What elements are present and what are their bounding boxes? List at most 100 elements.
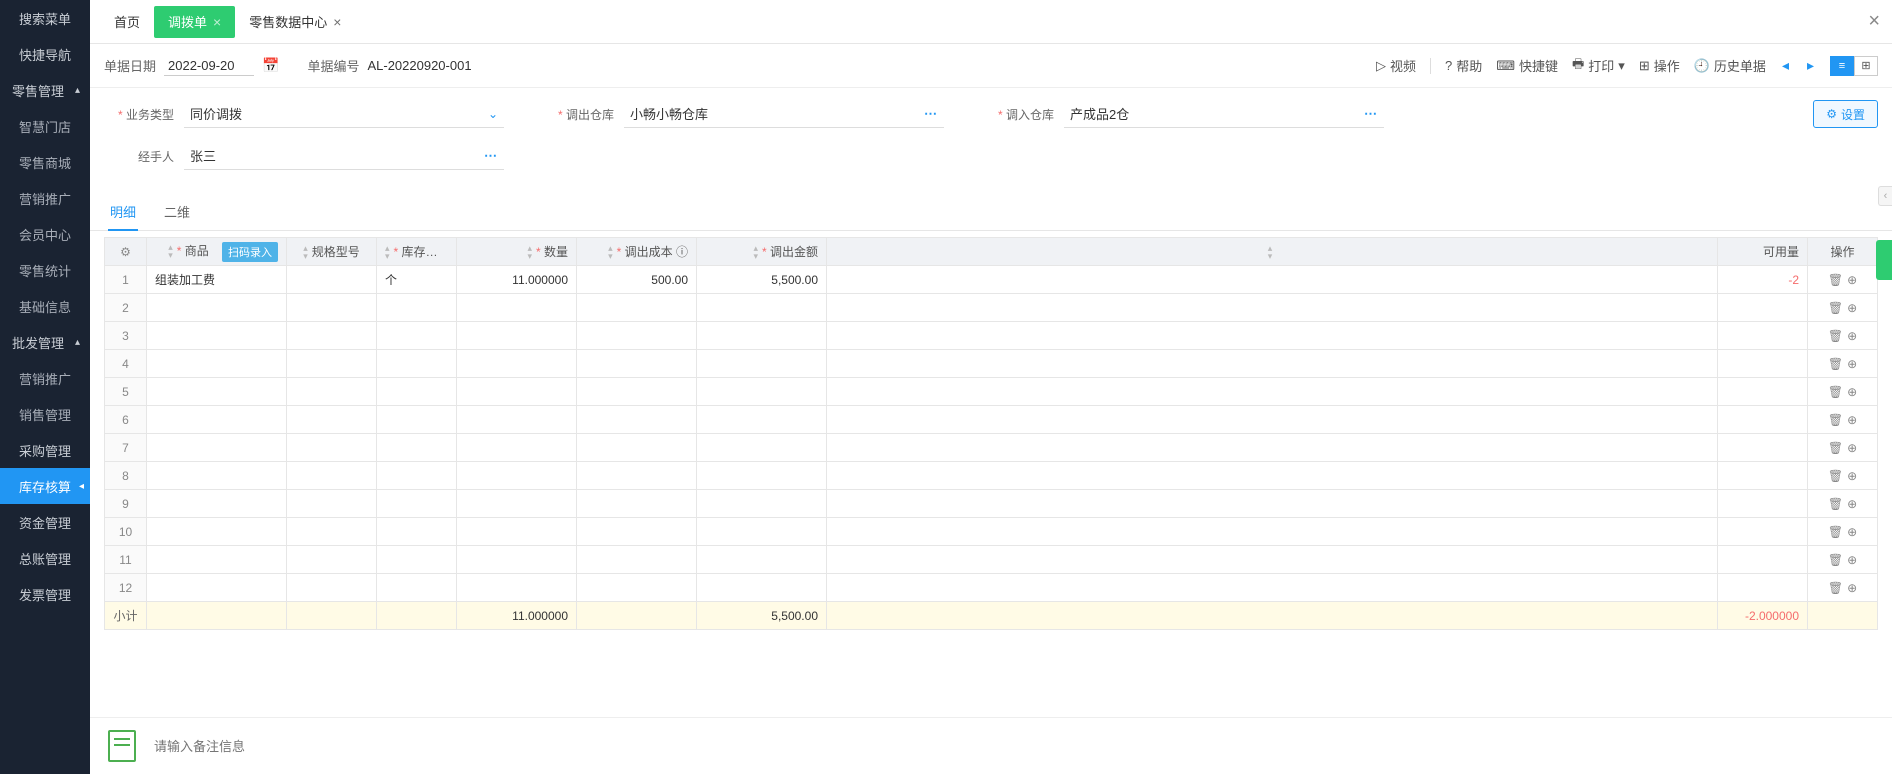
calendar-icon[interactable]: 📅 [262, 57, 279, 74]
cell-product[interactable] [147, 462, 287, 490]
tab-transfer[interactable]: 调拨单× [154, 6, 235, 38]
sidebar-item-retail[interactable]: 零售管理 [0, 72, 90, 108]
scan-button[interactable]: 扫码录入 [222, 242, 278, 262]
col-cost[interactable]: ▴▾调出成本 ⓘ [577, 238, 697, 266]
delete-icon[interactable]: 🗑 [1828, 413, 1843, 427]
delete-icon[interactable]: 🗑 [1828, 329, 1843, 343]
col-spec[interactable]: ▴▾规格型号 [287, 238, 377, 266]
delete-icon[interactable]: 🗑 [1828, 553, 1843, 567]
sidebar-item-marketing2[interactable]: 营销推广 [0, 360, 90, 396]
cell-blank[interactable] [827, 350, 1718, 378]
table-row[interactable]: 4🗑⊕ [105, 350, 1878, 378]
cell-spec[interactable] [287, 322, 377, 350]
cell-product[interactable] [147, 406, 287, 434]
cell-spec[interactable] [287, 518, 377, 546]
next-doc-button[interactable]: ▸ [1805, 57, 1816, 74]
cell-product[interactable] [147, 546, 287, 574]
cell-qty[interactable] [457, 518, 577, 546]
sidebar-item-fund[interactable]: 资金管理 [0, 504, 90, 540]
table-row[interactable]: 7🗑⊕ [105, 434, 1878, 462]
cell-product[interactable] [147, 434, 287, 462]
sidebar-item-retailstat[interactable]: 零售统计 [0, 252, 90, 288]
cell-amount[interactable] [697, 574, 827, 602]
cell-blank[interactable] [827, 378, 1718, 406]
cell-qty[interactable] [457, 378, 577, 406]
cell-product[interactable] [147, 294, 287, 322]
copy-icon[interactable]: ⊕ [1847, 329, 1857, 343]
col-avail[interactable]: 可用量 [1718, 238, 1808, 266]
history-button[interactable]: 🕘历史单据 [1694, 56, 1766, 75]
cell-unit[interactable] [377, 350, 457, 378]
cell-spec[interactable] [287, 406, 377, 434]
cell-amount[interactable] [697, 378, 827, 406]
copy-icon[interactable]: ⊕ [1847, 301, 1857, 315]
cell-amount[interactable] [697, 294, 827, 322]
cell-spec[interactable] [287, 294, 377, 322]
cell-cost[interactable] [577, 434, 697, 462]
cell-product[interactable] [147, 350, 287, 378]
cell-spec[interactable] [287, 546, 377, 574]
delete-icon[interactable]: 🗑 [1828, 469, 1843, 483]
cell-product[interactable] [147, 490, 287, 518]
cell-unit[interactable] [377, 462, 457, 490]
cell-blank[interactable] [827, 294, 1718, 322]
cell-cost[interactable] [577, 546, 697, 574]
settings-button[interactable]: ⚙设置 [1813, 100, 1878, 128]
cell-qty[interactable] [457, 574, 577, 602]
tab-home[interactable]: 首页 [100, 6, 154, 38]
cell-spec[interactable] [287, 350, 377, 378]
tab-retaildata[interactable]: 零售数据中心× [235, 6, 355, 38]
tabs-close-all-icon[interactable]: × [1868, 10, 1880, 33]
view-list-button[interactable]: ≡ [1830, 56, 1854, 76]
biztype-select[interactable]: 同价调拨⌄ [184, 100, 504, 128]
cell-amount[interactable] [697, 490, 827, 518]
table-row[interactable]: 8🗑⊕ [105, 462, 1878, 490]
delete-icon[interactable]: 🗑 [1828, 441, 1843, 455]
sidebar-item-retailmall[interactable]: 零售商城 [0, 144, 90, 180]
cell-spec[interactable] [287, 266, 377, 294]
col-gear[interactable]: ⚙ [105, 238, 147, 266]
cell-spec[interactable] [287, 434, 377, 462]
table-row[interactable]: 2🗑⊕ [105, 294, 1878, 322]
table-row[interactable]: 10🗑⊕ [105, 518, 1878, 546]
sidebar-item-baseinfo[interactable]: 基础信息 [0, 288, 90, 324]
cell-product[interactable] [147, 518, 287, 546]
cell-cost[interactable] [577, 574, 697, 602]
cell-unit[interactable]: 个 [377, 266, 457, 294]
cell-product[interactable] [147, 322, 287, 350]
date-input[interactable]: 2022-09-20 [164, 56, 254, 76]
subtab-detail[interactable]: 明细 [108, 194, 138, 231]
cell-qty[interactable] [457, 322, 577, 350]
subtab-twod[interactable]: 二维 [162, 194, 192, 230]
cell-unit[interactable] [377, 378, 457, 406]
cell-qty[interactable] [457, 434, 577, 462]
copy-icon[interactable]: ⊕ [1847, 273, 1857, 287]
table-row[interactable]: 9🗑⊕ [105, 490, 1878, 518]
shortcut-button[interactable]: ⌨快捷键 [1496, 56, 1558, 75]
delete-icon[interactable]: 🗑 [1828, 497, 1843, 511]
video-button[interactable]: ▷视频 [1376, 56, 1416, 75]
col-amount[interactable]: ▴▾调出金额 [697, 238, 827, 266]
copy-icon[interactable]: ⊕ [1847, 413, 1857, 427]
cell-blank[interactable] [827, 518, 1718, 546]
cell-amount[interactable] [697, 546, 827, 574]
cell-spec[interactable] [287, 462, 377, 490]
cell-qty[interactable] [457, 490, 577, 518]
ops-button[interactable]: ⊞操作 [1639, 56, 1680, 75]
col-unit[interactable]: ▴▾库存单位 [377, 238, 457, 266]
copy-icon[interactable]: ⊕ [1847, 357, 1857, 371]
sidebar-item-search[interactable]: 搜索菜单 [0, 0, 90, 36]
inwh-select[interactable]: 产成品2仓⋯ [1064, 100, 1384, 128]
cell-amount[interactable] [697, 462, 827, 490]
cell-spec[interactable] [287, 574, 377, 602]
cell-blank[interactable] [827, 574, 1718, 602]
copy-icon[interactable]: ⊕ [1847, 441, 1857, 455]
sidebar-item-quicknav[interactable]: 快捷导航 [0, 36, 90, 72]
cell-product[interactable]: 组装加工费 [147, 266, 287, 294]
remark-input[interactable] [154, 739, 1874, 754]
delete-icon[interactable]: 🗑 [1828, 273, 1843, 287]
cell-amount[interactable]: 5,500.00 [697, 266, 827, 294]
edge-action-tab[interactable] [1876, 240, 1892, 280]
cell-blank[interactable] [827, 434, 1718, 462]
cell-qty[interactable] [457, 462, 577, 490]
